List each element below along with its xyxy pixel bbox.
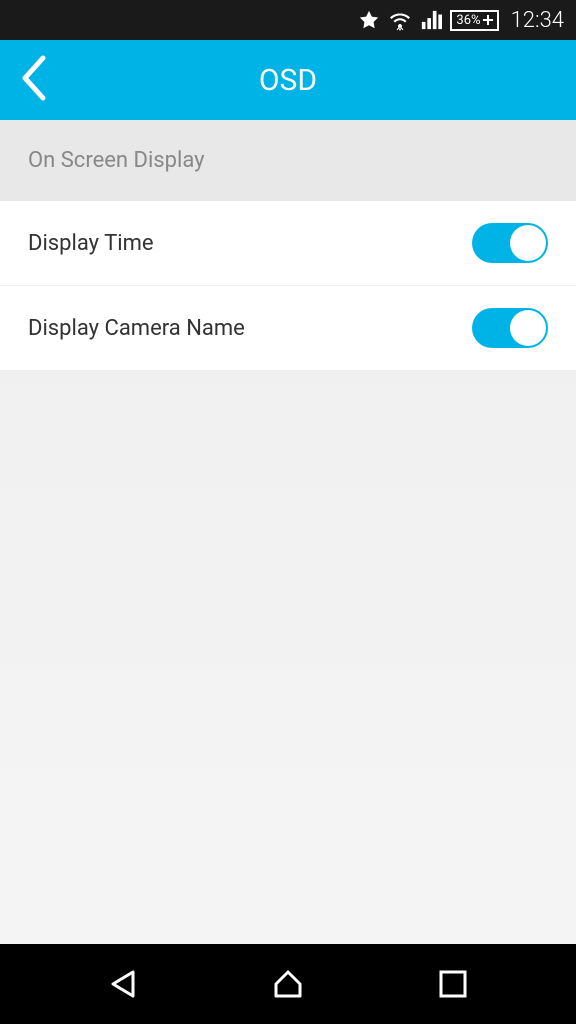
setting-display-camera-name: Display Camera Name — [0, 286, 576, 370]
app-header: OSD — [0, 40, 576, 120]
navigation-bar — [0, 944, 576, 1024]
back-button[interactable] — [20, 55, 46, 105]
clock: 12:34 — [511, 8, 564, 33]
setting-label: Display Time — [28, 231, 472, 256]
setting-display-time: Display Time — [0, 201, 576, 286]
cellular-icon — [420, 9, 442, 31]
nav-back-button[interactable] — [93, 954, 153, 1014]
toggle-display-time[interactable] — [472, 223, 548, 263]
setting-label: Display Camera Name — [28, 316, 472, 341]
status-bar: 36% 12:34 — [0, 0, 576, 40]
page-title: OSD — [0, 63, 576, 98]
wifi-icon — [388, 8, 412, 32]
battery-indicator: 36% — [450, 10, 498, 31]
battery-percent: 36% — [456, 13, 480, 28]
settings-list: Display Time Display Camera Name — [0, 201, 576, 370]
section-header: On Screen Display — [0, 120, 576, 201]
nav-home-button[interactable] — [258, 954, 318, 1014]
toggle-display-camera-name[interactable] — [472, 308, 548, 348]
nav-recent-button[interactable] — [423, 954, 483, 1014]
star-icon — [358, 9, 380, 31]
